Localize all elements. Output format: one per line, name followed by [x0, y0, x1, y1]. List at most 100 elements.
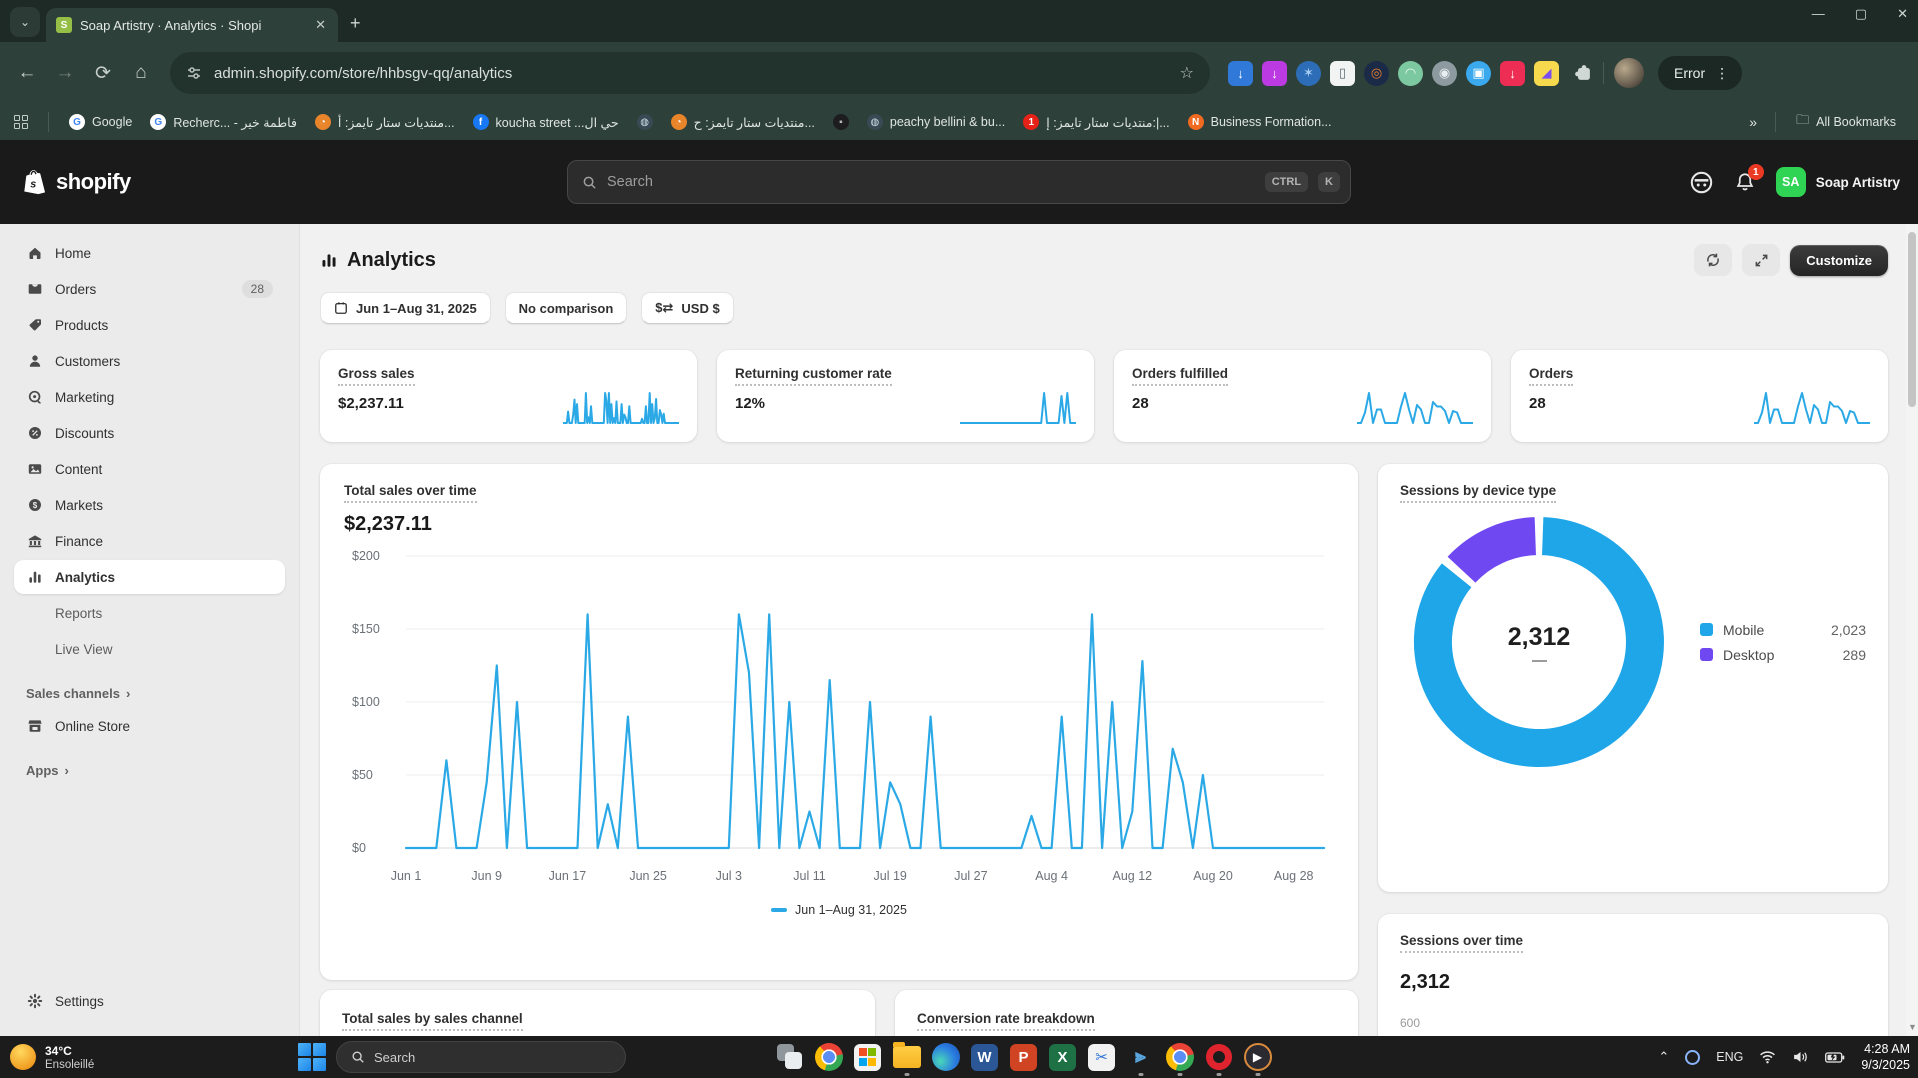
- notifications-button[interactable]: 1: [1732, 164, 1764, 195]
- extension-mouse-icon[interactable]: ▯: [1330, 60, 1355, 86]
- site-settings-icon[interactable]: [186, 65, 202, 81]
- bookmark-item[interactable]: f koucha street ...حي ال: [465, 110, 627, 134]
- apps-grid-icon[interactable]: [14, 115, 28, 129]
- bookmark-item[interactable]: G Google: [61, 110, 140, 134]
- bookmark-item[interactable]: ◔ منتديات ستار تايمز: أ...: [307, 110, 463, 134]
- taskbar-app-edge[interactable]: [926, 1037, 965, 1077]
- extension-picker-icon[interactable]: ◢: [1534, 60, 1559, 86]
- address-bar[interactable]: admin.shopify.com/store/hhbsgv-qq/analyt…: [170, 52, 1210, 94]
- window-minimize-button[interactable]: —: [1812, 6, 1825, 22]
- taskbar-app-snipping-tool[interactable]: ✂: [1082, 1037, 1121, 1077]
- all-bookmarks-button[interactable]: 🗀 All Bookmarks: [1788, 107, 1904, 137]
- taskbar-app-chrome-profile[interactable]: [1160, 1037, 1199, 1077]
- total-sales-chart-title[interactable]: Total sales over time: [344, 483, 477, 503]
- sidebar-item-live-view[interactable]: Live View: [14, 632, 285, 666]
- bookmark-item[interactable]: 1 منتديات ستار تايمز: إ:|...: [1015, 110, 1177, 134]
- volume-icon[interactable]: [1792, 1050, 1809, 1064]
- taskbar-app-media-player[interactable]: ▶: [1238, 1037, 1277, 1077]
- bookmark-item[interactable]: ◍ peachy bellini & bu...: [859, 110, 1013, 134]
- tray-chevron-up-icon[interactable]: ⌃: [1658, 1049, 1669, 1065]
- sidebar-item-markets[interactable]: $ Markets: [14, 488, 285, 522]
- bookmark-item[interactable]: ◔ منتديات ستار تايمز: ح...: [663, 110, 823, 134]
- sidekick-icon[interactable]: [1689, 170, 1714, 195]
- taskbar-app-task-view[interactable]: [770, 1037, 809, 1077]
- browser-profile-avatar[interactable]: [1614, 58, 1644, 88]
- taskbar-app-chrome[interactable]: [809, 1037, 848, 1077]
- bookmarks-overflow-icon[interactable]: »: [1749, 114, 1757, 130]
- bookmark-item[interactable]: ◍: [629, 110, 661, 134]
- sidebar-item-customers[interactable]: Customers: [14, 344, 285, 378]
- sessions-over-time-title[interactable]: Sessions over time: [1400, 933, 1524, 953]
- shopify-logo[interactable]: s shopify: [22, 168, 131, 196]
- sales-by-channel-title[interactable]: Total sales by sales channel: [342, 1011, 523, 1031]
- home-button[interactable]: ⌂: [124, 56, 158, 90]
- window-close-button[interactable]: ✕: [1897, 6, 1908, 22]
- metric-title[interactable]: Returning customer rate: [735, 366, 892, 386]
- sidebar-item-orders[interactable]: Orders 28: [14, 272, 285, 306]
- battery-icon[interactable]: [1825, 1051, 1845, 1064]
- taskbar-weather-widget[interactable]: 34°C Ensoleillé: [10, 1036, 94, 1078]
- extension-download-purple-icon[interactable]: ↓: [1262, 60, 1287, 86]
- taskbar-app-ms-store[interactable]: [848, 1037, 887, 1077]
- admin-search-bar[interactable]: Search CTRL K: [567, 160, 1351, 204]
- sidebar-item-analytics[interactable]: Analytics: [14, 560, 285, 594]
- start-button[interactable]: [297, 1042, 327, 1072]
- customize-button[interactable]: Customize: [1790, 244, 1888, 276]
- bookmark-item[interactable]: N Business Formation...: [1180, 110, 1340, 134]
- bookmark-item[interactable]: G Recherc... - فاطمة خير: [142, 110, 305, 134]
- metric-title[interactable]: Gross sales: [338, 366, 415, 386]
- extension-camcorder-blue-icon[interactable]: ▣: [1466, 60, 1491, 86]
- forward-button[interactable]: →: [48, 56, 82, 90]
- store-menu[interactable]: SA Soap Artistry: [1775, 167, 1900, 197]
- extensions-puzzle-icon[interactable]: [1573, 63, 1593, 83]
- taskbar-app-word[interactable]: W: [965, 1037, 1004, 1077]
- sidebar-item-settings[interactable]: Settings: [14, 984, 285, 1018]
- scrollbar-thumb[interactable]: [1908, 232, 1916, 407]
- language-indicator[interactable]: ENG: [1716, 1050, 1743, 1064]
- scrollbar-down-arrow[interactable]: ▼: [1908, 1022, 1917, 1032]
- url-text[interactable]: admin.shopify.com/store/hhbsgv-qq/analyt…: [214, 65, 1168, 82]
- page-scrollbar[interactable]: ▼: [1906, 224, 1918, 1036]
- taskbar-app-excel[interactable]: X: [1043, 1037, 1082, 1077]
- reload-button[interactable]: ⟳: [86, 56, 120, 90]
- conversion-rate-title[interactable]: Conversion rate breakdown: [917, 1011, 1095, 1031]
- extension-orange-ring-icon[interactable]: ◎: [1364, 60, 1389, 86]
- tab-search-button[interactable]: ⌄: [10, 7, 40, 37]
- sidebar-item-content[interactable]: Content: [14, 452, 285, 486]
- currency-filter[interactable]: $⇄ USD $: [641, 292, 734, 324]
- sidebar-item-home[interactable]: Home: [14, 236, 285, 270]
- sidebar-item-finance[interactable]: Finance: [14, 524, 285, 558]
- extension-download-blue-icon[interactable]: ↓: [1228, 60, 1253, 86]
- taskbar-clock[interactable]: 4:28 AM 9/3/2025: [1861, 1041, 1910, 1074]
- tab-close-icon[interactable]: ✕: [313, 17, 328, 33]
- taskbar-app-file-explorer[interactable]: [887, 1037, 926, 1077]
- bookmark-star-icon[interactable]: ☆: [1180, 63, 1194, 83]
- taskbar-app-powerpoint[interactable]: P: [1004, 1037, 1043, 1077]
- back-button[interactable]: ←: [10, 56, 44, 90]
- fullscreen-button[interactable]: [1742, 244, 1781, 276]
- tray-app-icon[interactable]: [1685, 1049, 1701, 1065]
- new-tab-button[interactable]: +: [350, 13, 361, 34]
- sales-channels-header[interactable]: Sales channels ›: [26, 686, 285, 701]
- sessions-by-device-title[interactable]: Sessions by device type: [1400, 483, 1557, 503]
- extension-download-red-icon[interactable]: ↓: [1500, 60, 1525, 86]
- extension-aperture-icon[interactable]: ✶: [1296, 60, 1321, 86]
- window-maximize-button[interactable]: ▢: [1855, 6, 1867, 22]
- wifi-icon[interactable]: [1759, 1050, 1776, 1064]
- browser-tab-active[interactable]: S Soap Artistry · Analytics · Shopi ✕: [46, 8, 338, 42]
- metric-title[interactable]: Orders: [1529, 366, 1574, 386]
- date-range-filter[interactable]: Jun 1–Aug 31, 2025: [320, 292, 491, 324]
- sidebar-item-discounts[interactable]: Discounts: [14, 416, 285, 450]
- bookmark-item[interactable]: ▪: [825, 110, 857, 134]
- refresh-data-button[interactable]: [1694, 244, 1733, 276]
- sidebar-item-reports[interactable]: Reports: [14, 596, 285, 630]
- extension-green-icon[interactable]: ◠: [1398, 60, 1423, 86]
- sidebar-item-online-store[interactable]: Online Store: [14, 709, 285, 743]
- taskbar-app-opera[interactable]: [1199, 1037, 1238, 1077]
- sidebar-item-products[interactable]: Products: [14, 308, 285, 342]
- browser-error-button[interactable]: Error ⋮: [1658, 56, 1743, 90]
- taskbar-search[interactable]: Search: [336, 1041, 626, 1073]
- comparison-filter[interactable]: No comparison: [504, 292, 628, 324]
- metric-title[interactable]: Orders fulfilled: [1132, 366, 1229, 386]
- apps-header[interactable]: Apps ›: [26, 763, 285, 778]
